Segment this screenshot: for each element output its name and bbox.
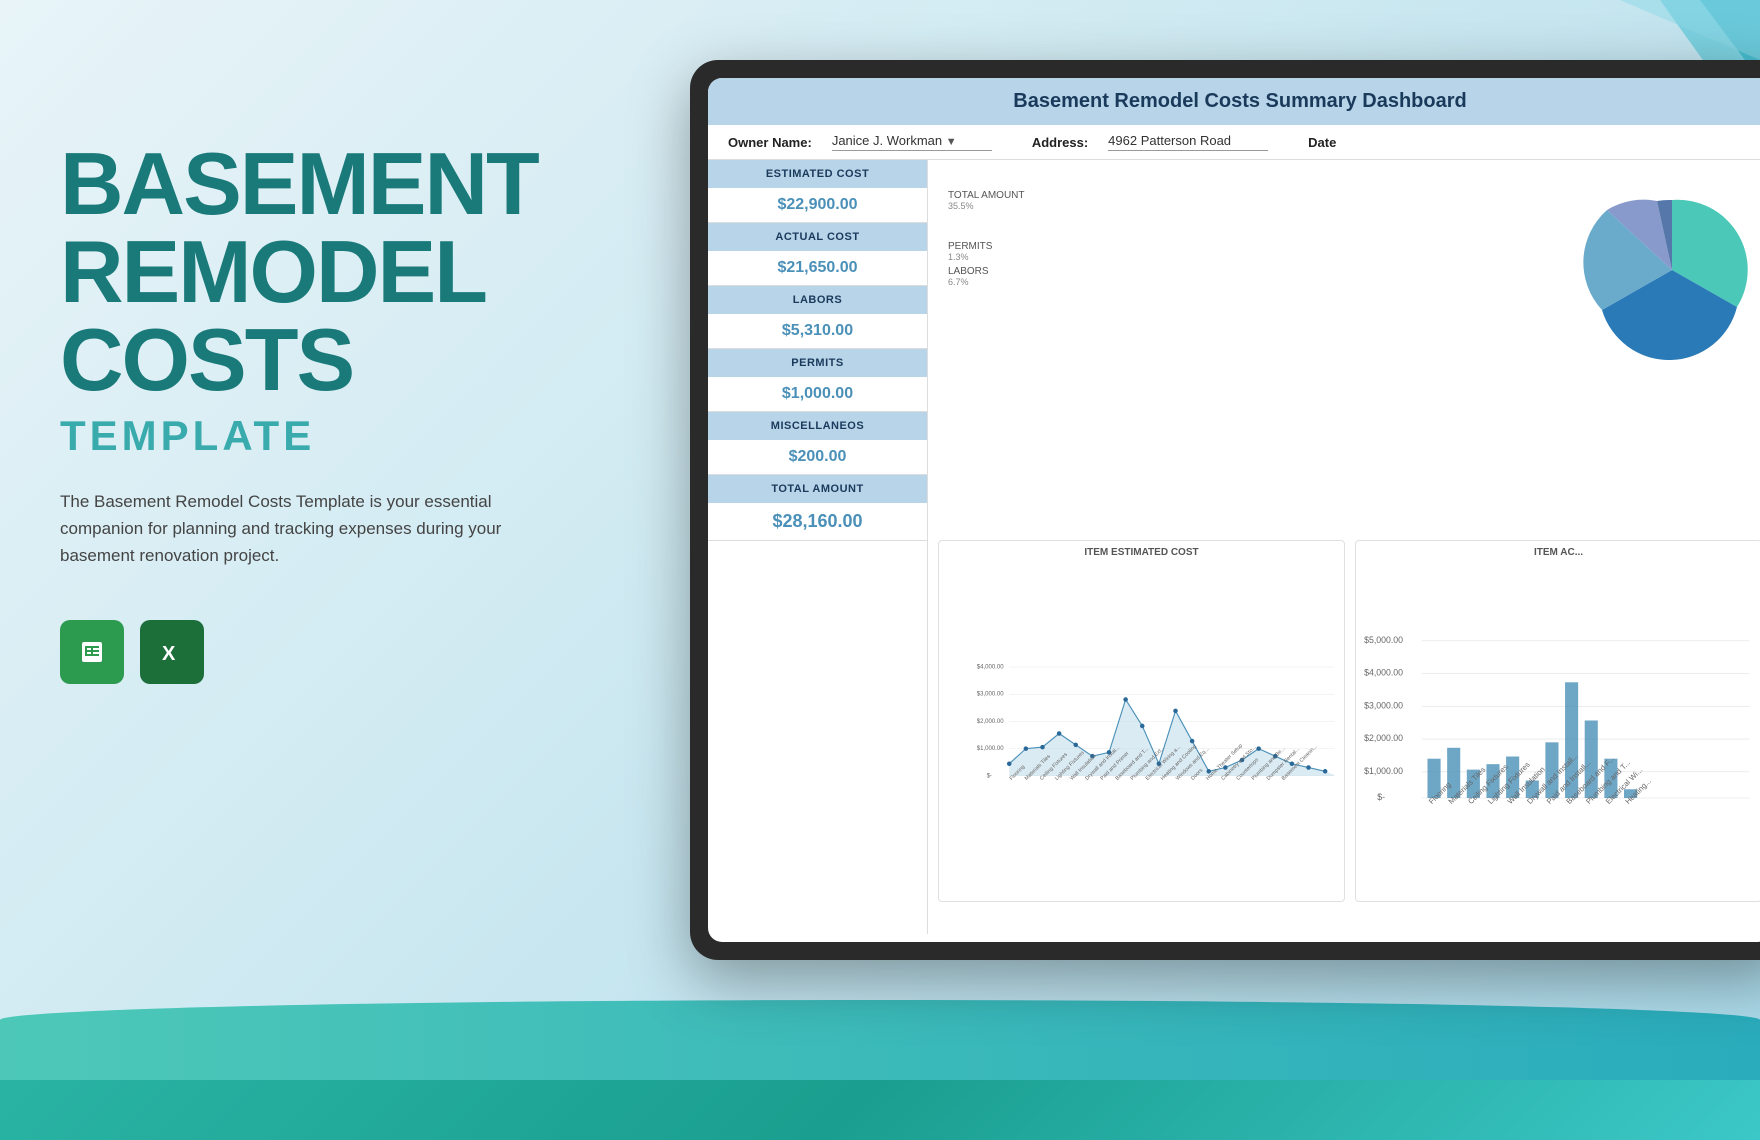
chart-estimated-cost: ITEM ESTIMATED COST $4,000.00 $3,000.00 … [938,540,1345,902]
svg-text:$3,000.00: $3,000.00 [1364,700,1403,710]
stat-total-amount-value: $28,160.00 [708,503,927,540]
chart-actual-cost: ITEM AC... $5,000.00 $4,000.00 $3,000.00… [1355,540,1760,902]
stat-miscellaneos-label: MISCELLANEOS [708,412,927,440]
stat-total-amount: TOTAL AMOUNT $28,160.00 [708,475,927,541]
owner-value: Janice J. Workman ▼ [832,133,992,151]
chart-estimated-title: ITEM ESTIMATED COST [945,547,1338,558]
pie-legend: TOTAL AMOUNT 35.5% PERMITS 1.3% LABORS [948,190,1025,291]
stat-estimated-cost-value: $22,900.00 [708,188,927,222]
svg-text:$2,000.00: $2,000.00 [1364,733,1403,743]
svg-text:$2,000.00: $2,000.00 [977,719,1004,725]
subtitle: TEMPLATE [60,412,580,460]
svg-text:$1,000.00: $1,000.00 [1364,766,1403,776]
chart-actual-title: ITEM AC... [1362,547,1755,558]
stat-actual-cost: ACTUAL COST $21,650.00 [708,223,927,286]
svg-text:$1,000.00: $1,000.00 [977,746,1004,752]
deco-bottom-curve [0,1000,1760,1080]
svg-text:$-: $- [987,773,992,779]
stat-miscellaneos-value: $200.00 [708,440,927,474]
svg-text:$4,000.00: $4,000.00 [1364,668,1403,678]
dashboard-info-row: Owner Name: Janice J. Workman ▼ Address:… [708,125,1760,160]
pie-section: TOTAL AMOUNT 35.5% PERMITS 1.3% LABORS [938,170,1760,532]
dashboard-header: Basement Remodel Costs Summary Dashboard [708,78,1760,125]
chart-actual-svg: $5,000.00 $4,000.00 $3,000.00 $2,000.00 … [1362,562,1755,890]
stat-total-amount-label: TOTAL AMOUNT [708,475,927,503]
stat-estimated-cost-label: ESTIMATED COST [708,160,927,188]
stat-permits-label: PERMITS [708,349,927,377]
stat-permits-value: $1,000.00 [708,377,927,411]
stats-panel: ESTIMATED COST $22,900.00 ACTUAL COST $2… [708,160,928,934]
legend-permits: PERMITS 1.3% [948,241,1025,262]
stat-labors-label: LABORS [708,286,927,314]
dashboard: Basement Remodel Costs Summary Dashboard… [708,78,1760,942]
stat-estimated-cost: ESTIMATED COST $22,900.00 [708,160,927,223]
charts-bottom: ITEM ESTIMATED COST $4,000.00 $3,000.00 … [938,540,1760,902]
dashboard-body: ESTIMATED COST $22,900.00 ACTUAL COST $2… [708,160,1760,934]
svg-text:$4,000.00: $4,000.00 [977,664,1004,670]
tablet-frame: Basement Remodel Costs Summary Dashboard… [690,60,1760,960]
stat-actual-cost-value: $21,650.00 [708,251,927,285]
tablet-wrapper: Basement Remodel Costs Summary Dashboard… [690,60,1760,960]
chart-estimated-svg: $4,000.00 $3,000.00 $2,000.00 $1,000.00 … [945,562,1338,890]
main-title: BASEMENT REMODEL COSTS [60,140,580,404]
app-icons-row: X [60,620,580,684]
stat-permits: PERMITS $1,000.00 [708,349,927,412]
pie-chart-svg [1502,180,1760,360]
left-content: BASEMENT REMODEL COSTS TEMPLATE The Base… [60,140,580,684]
svg-text:$3,000.00: $3,000.00 [977,692,1004,698]
stat-miscellaneos: MISCELLANEOS $200.00 [708,412,927,475]
excel-icon[interactable]: X [140,620,204,684]
owner-label: Owner Name: [728,135,812,150]
svg-text:X: X [162,643,176,665]
svg-text:$-: $- [1377,792,1385,802]
svg-text:$5,000.00: $5,000.00 [1364,635,1403,645]
legend-labors: LABORS 6.7% [948,266,1025,287]
description: The Basement Remodel Costs Template is y… [60,488,540,570]
address-label: Address: [1032,135,1088,150]
address-value: 4962 Patterson Road [1108,133,1268,151]
legend-total-amount: TOTAL AMOUNT 35.5% [948,190,1025,211]
stat-labors-value: $5,310.00 [708,314,927,348]
dashboard-title: Basement Remodel Costs Summary Dashboard [1013,90,1466,112]
charts-top: TOTAL AMOUNT 35.5% PERMITS 1.3% LABORS [938,170,1760,532]
stat-actual-cost-label: ACTUAL COST [708,223,927,251]
date-label: Date [1308,135,1336,150]
charts-area: TOTAL AMOUNT 35.5% PERMITS 1.3% LABORS [928,160,1760,934]
tablet-screen: Basement Remodel Costs Summary Dashboard… [708,78,1760,942]
stat-labors: LABORS $5,310.00 [708,286,927,349]
google-sheets-icon[interactable] [60,620,124,684]
